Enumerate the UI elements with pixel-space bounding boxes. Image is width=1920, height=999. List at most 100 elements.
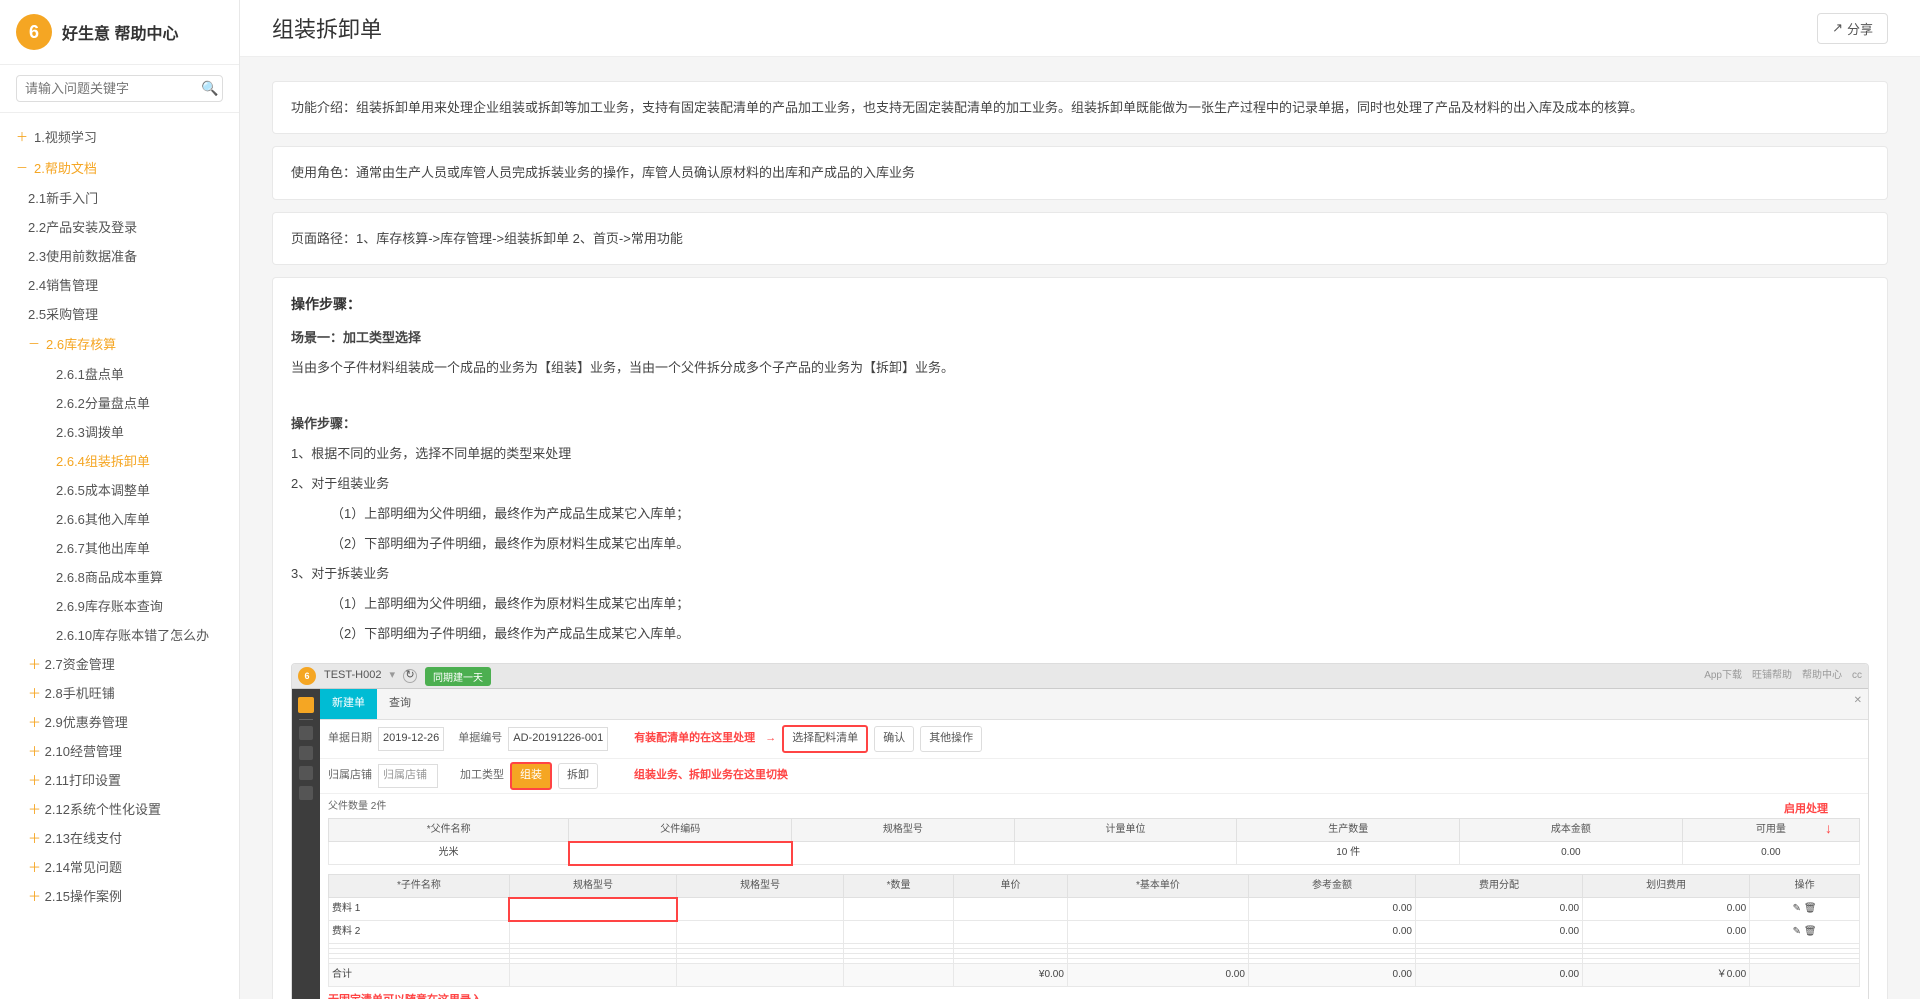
ss-arrow-3: ↓ [1825, 816, 1832, 841]
nav-item-262[interactable]: 2.6.2分量盘点单 [56, 388, 239, 417]
nav-item-215[interactable]: ＋ 2.15操作案例 [28, 881, 239, 910]
nav-item-268[interactable]: 2.6.8商品成本重算 [56, 562, 239, 591]
ss-td-child-name-2: 费料 2 [329, 921, 510, 944]
ss-code-val: AD-20191226-001 [508, 727, 608, 751]
steps-label: 操作步骤： [291, 416, 356, 431]
search-button[interactable]: 🔍 [201, 80, 218, 97]
ss-side-icon-2 [299, 726, 313, 740]
ss-lower-row-1: 费料 1 0.00 0.00 0.00 [329, 898, 1860, 921]
nav-subsub-26: 2.6.1盘点单 2.6.2分量盘点单 2.6.3调拨单 2.6.4组装拆卸单 … [28, 359, 239, 649]
ss-date-label: 单据日期 [328, 729, 372, 749]
nav-section-2[interactable]: － 2.帮助文档 [0, 152, 239, 183]
sidebar: 6 好生意 帮助中心 🔍 ＋ 1.视频学习 － 2.帮助文档 2.1新手入门 2… [0, 0, 240, 999]
logo-area: 6 好生意 帮助中心 [0, 0, 239, 65]
ss-other-btn[interactable]: 其他操作 [920, 726, 982, 752]
ss-td-child-bp-2 [1067, 921, 1248, 944]
ss-form-row-2: 归属店铺 归属店铺 加工类型 组装 拆卸 组装业务、拆卸业务在这里切换 [320, 759, 1868, 794]
ss-close-icon[interactable]: ✕ [1848, 689, 1868, 719]
path-text: 页面路径：1、库存核算->库存管理->组装拆卸单 2、首页->常用功能 [291, 231, 683, 246]
ss-td-ref-1: 0.00 [1248, 898, 1415, 921]
nav-item-264[interactable]: 2.6.4组装拆卸单 [56, 446, 239, 475]
ss-th-unit: 计量单位 [1014, 818, 1237, 842]
ss-store-label: 归属店铺 [328, 766, 372, 786]
ss-td-prodqty: 10 件 [1237, 842, 1460, 865]
nav-item-263[interactable]: 2.6.3调拨单 [56, 417, 239, 446]
ss-td-child-price-2 [954, 921, 1068, 944]
ss-store-val: 归属店铺 [378, 764, 438, 788]
ss-lower-table-wrap: *子件名称 规格型号 规格型号 *数量 单价 *基本单价 参考金额 费用分配 划 [320, 870, 1868, 999]
nav-item-25[interactable]: 2.5采购管理 [28, 299, 239, 328]
ss-date-val: 2019-12-26 [378, 727, 444, 751]
ss-th-child-qty: *数量 [844, 874, 954, 898]
ss-select-btn-highlighted[interactable]: 选择配料清单 [782, 725, 868, 753]
nav-section-26[interactable]: － 2.6库存核算 [28, 328, 239, 359]
nav-item-210[interactable]: ＋ 2.10经营管理 [28, 736, 239, 765]
ss-th-fee-alloc: 费用分配 [1416, 874, 1583, 898]
ss-td-fee-1: 0.00 [1416, 898, 1583, 921]
ss-new-btn[interactable]: 同期建一天 [425, 667, 491, 686]
ss-td-costamt: 0.00 [1460, 842, 1683, 865]
nav-item-267[interactable]: 2.6.7其他出库单 [56, 533, 239, 562]
screenshot: 6 TEST-H002 ▾ ↻ 同期建一天 App下载 旺铺帮助 帮助中心 cc [291, 663, 1869, 999]
nav-item-213[interactable]: ＋ 2.13在线支付 [28, 823, 239, 852]
share-button[interactable]: ↗ 分享 [1817, 13, 1888, 44]
ss-th-child-spec: 规格型号 [509, 874, 676, 898]
search-box: 🔍 [16, 75, 223, 102]
ss-confirm-btn[interactable]: 确认 [874, 726, 914, 752]
ss-td-fee-2: 0.00 [1416, 921, 1583, 944]
ss-td-child-spec-2 [509, 921, 676, 944]
nav-item-214[interactable]: ＋ 2.14常见问题 [28, 852, 239, 881]
nav-item-23[interactable]: 2.3使用前数据准备 [28, 241, 239, 270]
ss-th-avail: 可用量 [1682, 818, 1859, 842]
ss-th-ref-amt: 参考金额 [1248, 874, 1415, 898]
ss-form-wrapper: 单据日期 2019-12-26 单据编号 AD-20191226-001 有装配… [320, 720, 1868, 794]
nav-item-21[interactable]: 2.1新手入门 [28, 183, 239, 212]
ss-th-parent-code: 父件编码 [569, 818, 792, 842]
page-title: 组装拆卸单 [272, 12, 382, 44]
ss-td-child-qty-2 [844, 921, 954, 944]
ss-td-unit [1014, 842, 1237, 865]
ss-td-ref-2: 0.00 [1248, 921, 1415, 944]
ss-upper-table-wrap: 父件数量 2件 *父件名称 父件编码 规格型号 计量单位 生产数量 [320, 794, 1868, 870]
ss-tab-new[interactable]: 新建单 [320, 689, 377, 719]
ss-body: 新建单 查询 ✕ 单据日期 2019-12-26 单据编号 AD-2019122… [292, 689, 1868, 999]
nav-item-261[interactable]: 2.6.1盘点单 [56, 359, 239, 388]
ss-td-child-spec-1-highlighted [509, 898, 676, 921]
nav-item-24[interactable]: 2.4销售管理 [28, 270, 239, 299]
plus-icon-1: ＋ [16, 128, 28, 145]
nav-section-1-label: 1.视频学习 [34, 127, 97, 146]
ss-td-avail: 0.00 [1682, 842, 1859, 865]
ss-logo: 6 [298, 667, 316, 685]
path-block: 页面路径：1、库存核算->库存管理->组装拆卸单 2、首页->常用功能 [272, 212, 1888, 265]
ss-tab-query[interactable]: 查询 [377, 689, 423, 719]
ss-type-chaixie[interactable]: 拆卸 [558, 763, 598, 789]
ss-side-icon-3 [299, 746, 313, 760]
role-block: 使用角色：通常由生产人员或库管人员完成拆装业务的操作，库管人员确认原材料的出库和… [272, 146, 1888, 199]
ss-type-zhuangzhuang[interactable]: 组装 [510, 762, 552, 790]
nav-sub-2: 2.1新手入门 2.2产品安装及登录 2.3使用前数据准备 2.4销售管理 2.… [0, 183, 239, 910]
ss-th-ops: 操作 [1750, 874, 1860, 898]
nav-item-265[interactable]: 2.6.5成本调整单 [56, 475, 239, 504]
nav-item-22[interactable]: 2.2产品安装及登录 [28, 212, 239, 241]
nav-item-28[interactable]: ＋ 2.8手机旺铺 [28, 678, 239, 707]
nav-section-1[interactable]: ＋ 1.视频学习 [0, 121, 239, 152]
nav-item-211[interactable]: ＋ 2.11打印设置 [28, 765, 239, 794]
step1: 1、根据不同的业务，选择不同单据的类型来处理 [291, 441, 1869, 467]
ss-top-icons: App下载 旺铺帮助 帮助中心 cc [1704, 667, 1862, 685]
ss-side-strip [292, 689, 320, 999]
search-input[interactable] [25, 81, 201, 96]
step2: 2、对于组装业务 [291, 471, 1869, 497]
nav-item-29[interactable]: ＋ 2.9优惠券管理 [28, 707, 239, 736]
nav-item-269[interactable]: 2.6.9库存账本查询 [56, 591, 239, 620]
ops-block: 操作步骤： 场景一：加工类型选择 当由多个子件材料组装成一个成品的业务为【组装】… [272, 277, 1888, 999]
logo-text: 好生意 帮助中心 [62, 20, 178, 44]
plus-icon-27: ＋ [28, 657, 41, 672]
nav-item-212[interactable]: ＋ 2.12系统个性化设置 [28, 794, 239, 823]
step3: 3、对于拆装业务 [291, 561, 1869, 587]
step3-2: （2）下部明细为子件明细，最终作为产成品生成某它入库单。 [331, 621, 1869, 647]
ss-cc-icon: cc [1852, 667, 1862, 685]
nav-item-27[interactable]: ＋ 2.7资金管理 [28, 649, 239, 678]
nav-item-2610[interactable]: 2.6.10库存账本错了怎么办 [56, 620, 239, 649]
ss-th-spec: 规格型号 [792, 818, 1015, 842]
nav-item-266[interactable]: 2.6.6其他入库单 [56, 504, 239, 533]
